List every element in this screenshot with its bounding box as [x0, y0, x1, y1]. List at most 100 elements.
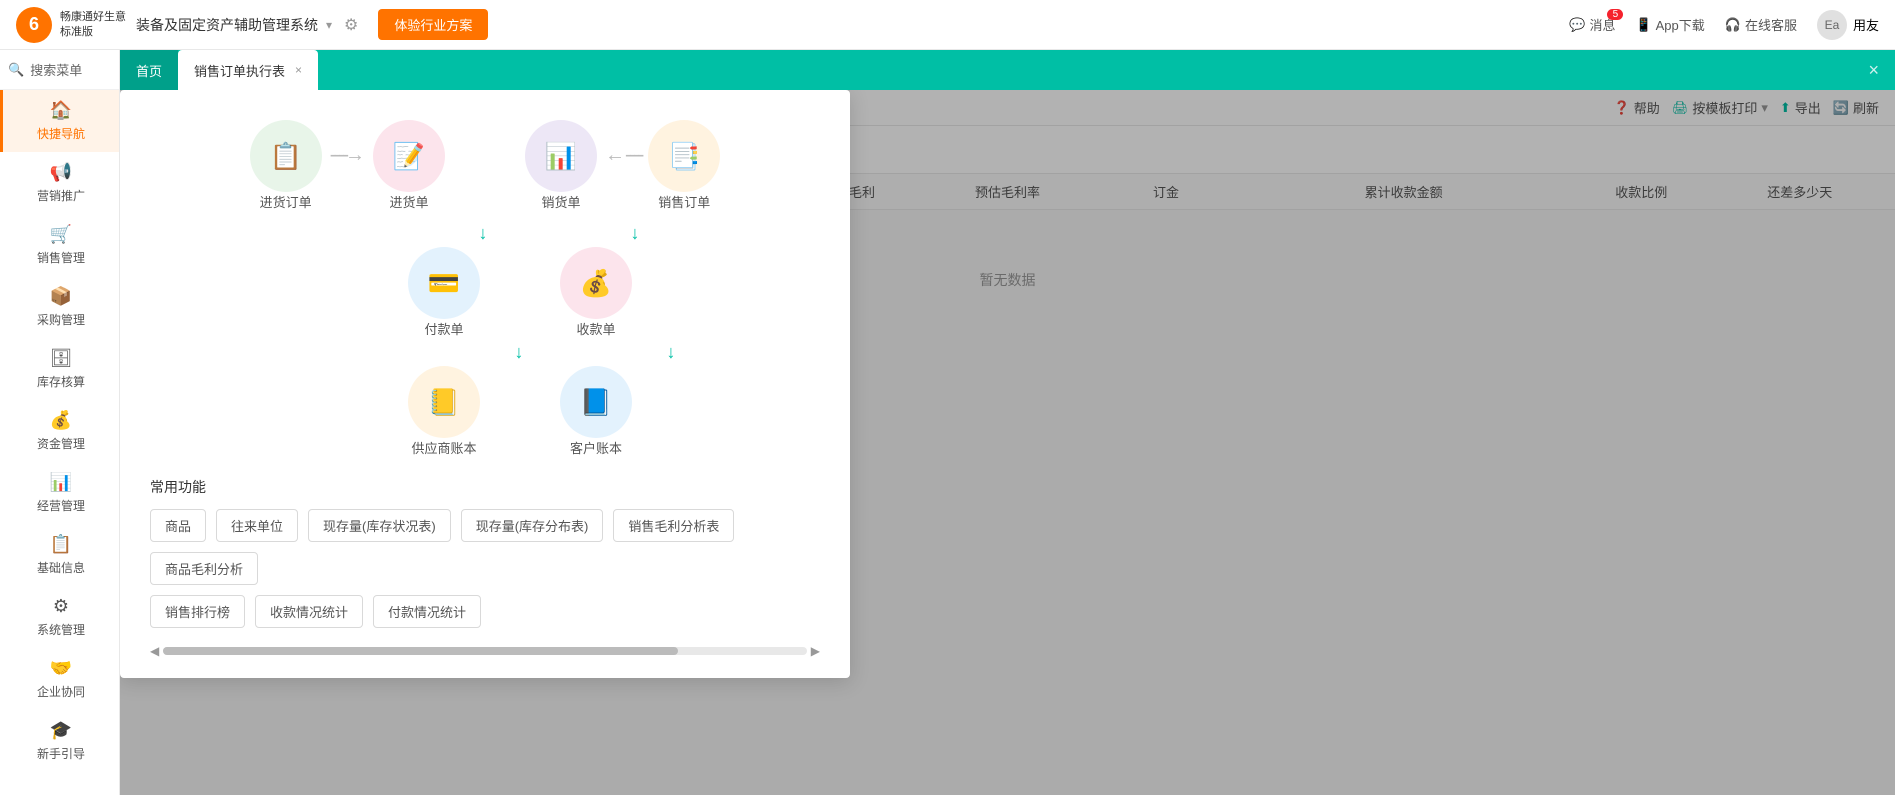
basic-info-icon: 📋 [50, 534, 72, 555]
scrollbar-thumb [163, 647, 678, 655]
logo-area: 6 畅康通好生意 标准版 [16, 7, 136, 43]
tab-home[interactable]: 首页 [120, 50, 178, 90]
tab-close-icon[interactable]: × [295, 63, 302, 77]
sidebar-item-newbie[interactable]: 🎓 新手引导 [0, 710, 119, 772]
purchase-order-label: 进货订单 [260, 192, 312, 211]
settings-icon[interactable]: ⚙ [344, 15, 358, 35]
search-icon: 🔍 [8, 62, 24, 78]
logo-text: 畅康通好生意 标准版 [60, 10, 126, 39]
message-icon: 💬 [1569, 17, 1585, 33]
payment-icon: 💳 [408, 247, 480, 319]
func-btn-sales-rank[interactable]: 销售排行榜 [150, 595, 245, 628]
tab-sales-order[interactable]: 销售订单执行表 × [178, 50, 318, 90]
try-btn[interactable]: 体验行业方案 [378, 9, 488, 40]
tab-bar-close-btn[interactable]: × [1852, 60, 1895, 81]
sidebar-item-sales[interactable]: 🛒 销售管理 [0, 214, 119, 276]
flow-node-payment: 💳 付款单 [408, 247, 480, 338]
modal-scrollbar: ◀ ▶ [150, 644, 820, 658]
func-btn-receipt-stats[interactable]: 收款情况统计 [255, 595, 363, 628]
connector-payment: ↓ [483, 338, 555, 366]
sales-order-label: 销售订单 [658, 192, 710, 211]
system-icon: ⚙ [53, 596, 69, 617]
connector-sales: ↓ [599, 219, 671, 247]
newbie-icon: 🎓 [50, 720, 72, 741]
message-badge: 5 [1607, 9, 1623, 20]
func-btn-stock-dist[interactable]: 现存量(库存分布表) [461, 509, 604, 542]
inventory-icon: 🗄 [50, 348, 73, 369]
operation-icon: 📊 [50, 472, 72, 493]
func-btn-stock-status[interactable]: 现存量(库存状况表) [308, 509, 451, 542]
purchase-bill-label: 进货单 [389, 192, 428, 211]
flow-node-purchase-bill: 📝 进货单 [373, 120, 445, 211]
app-download-btn[interactable]: 📱 App下载 [1635, 15, 1704, 34]
headset-icon: 🎧 [1725, 17, 1741, 33]
customer-ledger-icon: 📘 [560, 366, 632, 438]
scroll-right-icon[interactable]: ▶ [811, 644, 820, 658]
func-btn-payment-stats[interactable]: 付款情况统计 [373, 595, 481, 628]
purchase-bill-icon: 📝 [373, 120, 445, 192]
header-right: 💬 消息 5 📱 App下载 🎧 在线客服 Ea 用友 [1569, 10, 1879, 40]
receipt-icon: 💰 [560, 247, 632, 319]
quick-nav-modal: 📋 进货订单 - - - -→ 📝 进货单 [120, 90, 850, 678]
flow-node-customer-ledger: 📘 客户账本 [560, 366, 632, 457]
flow-node-purchase-order: 📋 进货订单 [250, 120, 322, 211]
flow-node-supplier-ledger: 📒 供应商账本 [408, 366, 480, 457]
flow-node-receipt: 💰 收款单 [560, 247, 632, 338]
sales-bill-label: 销货单 [541, 192, 580, 211]
sidebar-item-system[interactable]: ⚙ 系统管理 [0, 586, 119, 648]
func-btn-goods-profit[interactable]: 商品毛利分析 [150, 552, 258, 585]
phone-icon: 📱 [1635, 17, 1651, 33]
sidebar-item-basic-info[interactable]: 📋 基础信息 [0, 524, 119, 586]
flow-node-sales-bill: 📊 销货单 [525, 120, 597, 211]
func-btn-partners[interactable]: 往来单位 [216, 509, 298, 542]
content-area: 首页 销售订单执行表 × × ❓ 帮助 🖨 按 [120, 50, 1895, 795]
sidebar-item-inventory[interactable]: 🗄 库存核算 [0, 338, 119, 400]
purchase-order-icon: 📋 [250, 120, 322, 192]
sales-order-icon: 📑 [648, 120, 720, 192]
arrow-sales-order-to-bill: ←- - - - [597, 144, 648, 187]
sidebar-item-quick-nav[interactable]: 🏠 快捷导航 [0, 90, 119, 152]
supplier-ledger-label: 供应商账本 [411, 438, 476, 457]
common-title: 常用功能 [150, 477, 820, 497]
purchase-icon: 📦 [50, 286, 72, 307]
sales-bill-icon: 📊 [525, 120, 597, 192]
sidebar-item-marketing[interactable]: 📢 营销推广 [0, 152, 119, 214]
home-icon: 🏠 [50, 100, 72, 121]
common-functions: 常用功能 商品 往来单位 现存量(库存状况表) 现存量(库存分布表) 销售毛利分… [150, 477, 820, 628]
online-service-btn[interactable]: 🎧 在线客服 [1725, 15, 1797, 34]
enterprise-icon: 🤝 [50, 658, 72, 679]
tab-bar: 首页 销售订单执行表 × × [120, 50, 1895, 90]
func-btn-goods[interactable]: 商品 [150, 509, 206, 542]
sidebar-item-operation[interactable]: 📊 经营管理 [0, 462, 119, 524]
scroll-left-icon[interactable]: ◀ [150, 644, 159, 658]
sidebar-item-purchase[interactable]: 📦 采购管理 [0, 276, 119, 338]
func-row-1: 商品 往来单位 现存量(库存状况表) 现存量(库存分布表) 销售毛利分析表 商品… [150, 509, 820, 585]
system-title-area: 装备及固定资产辅助管理系统 ▾ ⚙ 体验行业方案 [136, 9, 1569, 40]
logo-icon: 6 [16, 7, 52, 43]
search-menu-btn[interactable]: 🔍 搜索菜单 [0, 50, 119, 90]
sidebar-item-finance[interactable]: 💰 资金管理 [0, 400, 119, 462]
customer-ledger-label: 客户账本 [570, 438, 622, 457]
finance-icon: 💰 [50, 410, 72, 431]
scrollbar-track[interactable] [163, 647, 807, 655]
sidebar: 🔍 搜索菜单 🏠 快捷导航 📢 营销推广 🛒 销售管理 📦 采购管理 🗄 [0, 50, 120, 795]
message-btn[interactable]: 💬 消息 5 [1569, 15, 1615, 34]
system-title: 装备及固定资产辅助管理系统 [136, 15, 318, 35]
dropdown-arrow-icon[interactable]: ▾ [326, 18, 332, 32]
page-content: ❓ 帮助 🖨 按模板打印 ▾ ⬆ 导出 🔄 刷新 [120, 90, 1895, 795]
receipt-label: 收款单 [576, 319, 615, 338]
user-area[interactable]: Ea 用友 [1817, 10, 1879, 40]
payment-label: 付款单 [424, 319, 463, 338]
arrow-purchase-order-to-bill: - - - -→ [322, 144, 373, 187]
func-row-2: 销售排行榜 收款情况统计 付款情况统计 [150, 595, 820, 628]
connector-purchase: ↓ [447, 219, 519, 247]
func-btn-sales-profit[interactable]: 销售毛利分析表 [613, 509, 734, 542]
connector-receipt: ↓ [635, 338, 707, 366]
sales-icon: 🛒 [50, 224, 72, 245]
modal-overlay: 📋 进货订单 - - - -→ 📝 进货单 [120, 90, 1895, 795]
marketing-icon: 📢 [50, 162, 72, 183]
supplier-ledger-icon: 📒 [408, 366, 480, 438]
avatar: Ea [1817, 10, 1847, 40]
sidebar-item-enterprise[interactable]: 🤝 企业协同 [0, 648, 119, 710]
flow-node-sales-order: 📑 销售订单 [648, 120, 720, 211]
